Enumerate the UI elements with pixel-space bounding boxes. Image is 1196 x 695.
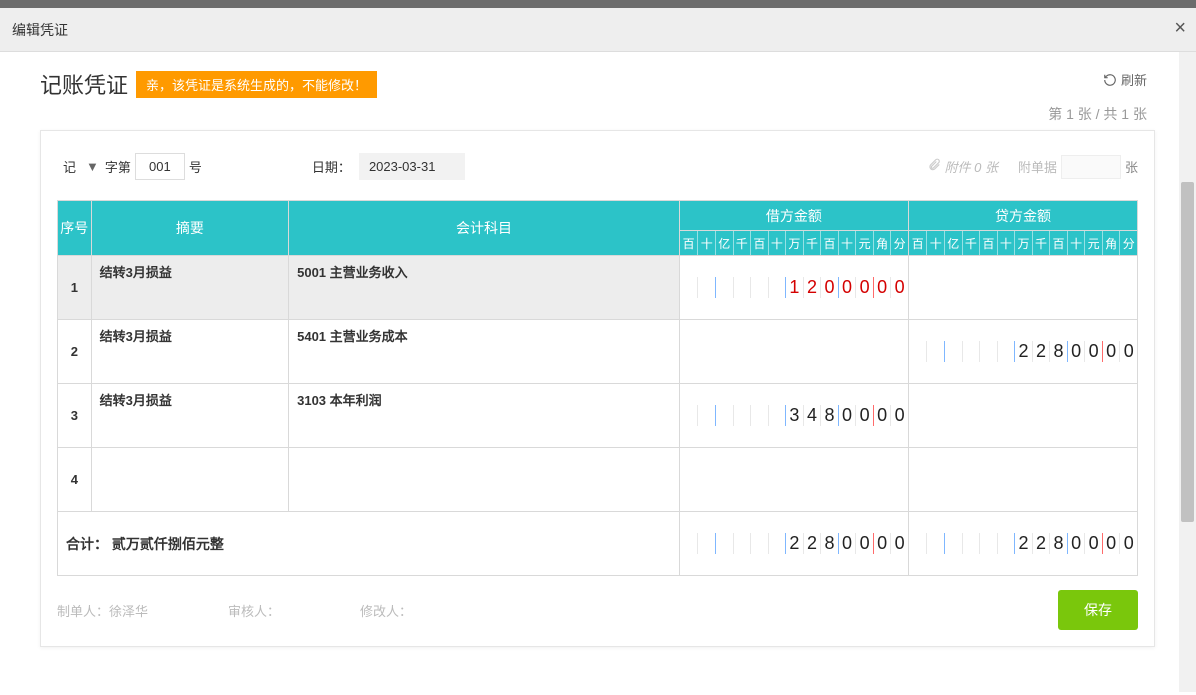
voucher-rows: 1结转3月损益5001 主营业务收入12000002结转3月损益5401 主营业… bbox=[58, 256, 1138, 576]
label-zhang: 张 bbox=[1125, 157, 1138, 176]
page-body: 记账凭证 亲，该凭证是系统生成的，不能修改！ 刷新 第 1 张 / 共 1 张 … bbox=[0, 52, 1179, 671]
row-credit[interactable] bbox=[908, 448, 1137, 512]
dialog-title: 编辑凭证 bbox=[12, 20, 68, 40]
total-credit: 2280000 bbox=[908, 512, 1137, 576]
maker-label: 制单人： bbox=[57, 604, 109, 619]
th-summary: 摘要 bbox=[91, 201, 289, 256]
dialog-header: 编辑凭证 × bbox=[0, 8, 1196, 52]
paperclip-icon bbox=[927, 158, 941, 175]
row-account[interactable]: 5401 主营业务成本 bbox=[289, 320, 680, 384]
row-debit[interactable] bbox=[679, 448, 908, 512]
row-index: 2 bbox=[58, 320, 92, 384]
row-index: 1 bbox=[58, 256, 92, 320]
th-credit: 贷方金额 bbox=[908, 201, 1137, 231]
auditor-label: 审核人： bbox=[228, 601, 280, 620]
row-index: 3 bbox=[58, 384, 92, 448]
total-row: 合计： 贰万贰仟捌佰元整22800002280000 bbox=[58, 512, 1138, 576]
voucher-header: 记 ▼ 字第 001 号 日期： 2023-03-31 附件 0 张 附单据 bbox=[57, 153, 1138, 180]
row-index: 4 bbox=[58, 448, 92, 512]
voucher-card: 记 ▼ 字第 001 号 日期： 2023-03-31 附件 0 张 附单据 bbox=[40, 130, 1155, 647]
row-summary[interactable]: 结转3月损益 bbox=[91, 384, 289, 448]
save-button[interactable]: 保存 bbox=[1058, 590, 1138, 630]
row-credit[interactable] bbox=[908, 384, 1137, 448]
vertical-scrollbar[interactable] bbox=[1179, 52, 1196, 692]
voucher-type-select[interactable]: 记 bbox=[57, 155, 82, 178]
label-fudanju: 附单据 bbox=[1018, 157, 1057, 176]
table-row[interactable]: 2结转3月损益5401 主营业务成本 2280000 bbox=[58, 320, 1138, 384]
attachment-link[interactable]: 附件 0 张 bbox=[927, 157, 998, 176]
voucher-page-count: 第 1 张 / 共 1 张 bbox=[40, 104, 1155, 124]
total-debit: 2280000 bbox=[679, 512, 908, 576]
row-account[interactable]: 3103 本年利润 bbox=[289, 384, 680, 448]
row-debit[interactable]: 3480000 bbox=[679, 384, 908, 448]
row-summary[interactable] bbox=[91, 448, 289, 512]
page-title: 记账凭证 bbox=[40, 68, 128, 100]
table-row[interactable]: 3结转3月损益3103 本年利润3480000 bbox=[58, 384, 1138, 448]
table-row[interactable]: 1结转3月损益5001 主营业务收入1200000 bbox=[58, 256, 1138, 320]
voucher-number-input[interactable]: 001 bbox=[135, 153, 185, 180]
row-account[interactable]: 5001 主营业务收入 bbox=[289, 256, 680, 320]
row-debit[interactable] bbox=[679, 320, 908, 384]
attachment-count-input[interactable] bbox=[1061, 155, 1121, 179]
table-row[interactable]: 4 bbox=[58, 448, 1138, 512]
label-zidi: 字第 bbox=[105, 157, 131, 176]
row-account[interactable] bbox=[289, 448, 680, 512]
row-credit[interactable]: 2280000 bbox=[908, 320, 1137, 384]
row-summary[interactable]: 结转3月损益 bbox=[91, 320, 289, 384]
row-debit[interactable]: 1200000 bbox=[679, 256, 908, 320]
refresh-button[interactable]: 刷新 bbox=[1103, 70, 1147, 89]
warning-tag: 亲，该凭证是系统生成的，不能修改！ bbox=[136, 71, 377, 98]
refresh-icon bbox=[1103, 73, 1117, 87]
th-account: 会计科目 bbox=[289, 201, 680, 256]
editor-label: 修改人： bbox=[360, 601, 412, 620]
date-input[interactable]: 2023-03-31 bbox=[359, 153, 466, 180]
voucher-table: 序号 摘要 会计科目 借方金额 贷方金额 百十亿千百十万千百十元角分 百十亿千百… bbox=[57, 200, 1138, 576]
chevron-down-icon[interactable]: ▼ bbox=[86, 159, 99, 174]
maker-name: 徐泽华 bbox=[109, 604, 148, 619]
close-icon[interactable]: × bbox=[1174, 18, 1186, 38]
th-debit-units: 百十亿千百十万千百十元角分 bbox=[679, 231, 908, 256]
window-topbar bbox=[0, 0, 1196, 8]
th-debit: 借方金额 bbox=[679, 201, 908, 231]
total-label: 合计： 贰万贰仟捌佰元整 bbox=[58, 512, 680, 576]
th-index: 序号 bbox=[58, 201, 92, 256]
date-label: 日期： bbox=[312, 157, 351, 176]
label-hao: 号 bbox=[189, 157, 202, 176]
voucher-footer: 制单人：徐泽华 审核人： 修改人： 保存 bbox=[57, 590, 1138, 630]
row-credit[interactable] bbox=[908, 256, 1137, 320]
th-credit-units: 百十亿千百十万千百十元角分 bbox=[908, 231, 1137, 256]
refresh-label: 刷新 bbox=[1121, 70, 1147, 89]
attachment-count: 附件 0 张 bbox=[945, 157, 998, 176]
scrollbar-thumb[interactable] bbox=[1181, 182, 1194, 522]
row-summary[interactable]: 结转3月损益 bbox=[91, 256, 289, 320]
